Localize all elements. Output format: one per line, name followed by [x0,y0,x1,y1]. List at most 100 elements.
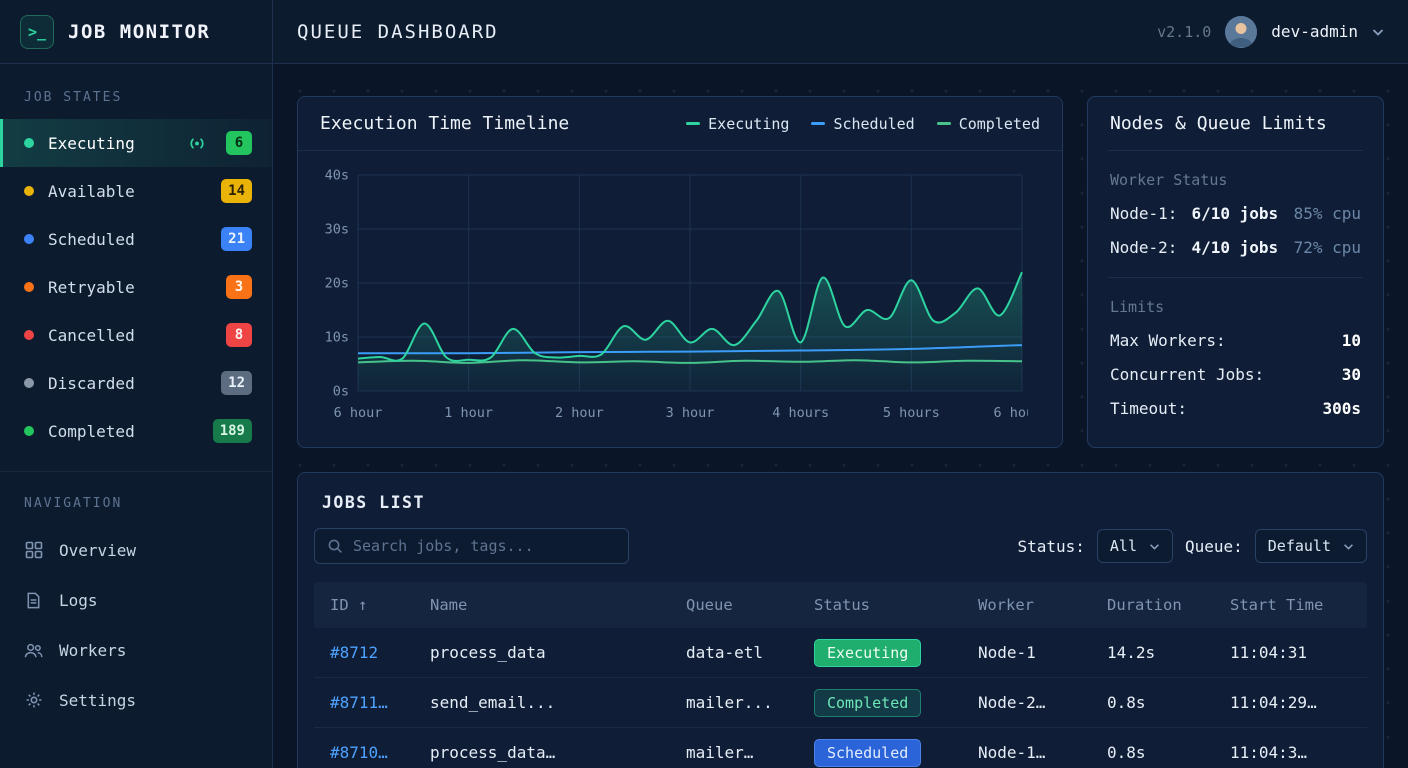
nodes-card: Nodes & Queue Limits Worker Status Node-… [1087,96,1384,448]
nav-item-overview[interactable]: Overview [0,525,272,575]
nav-label: Logs [59,590,98,610]
svg-text:40s: 40s [325,168,349,184]
node-jobs: 4/10 jobs [1191,238,1279,257]
queue-filter-label: Queue: [1184,536,1243,556]
limit-value: 30 [1341,365,1361,384]
job-states-section-label: JOB STATES [24,90,123,105]
table-row[interactable]: #8710… process_data… mailer… Scheduled Node-… [314,728,1367,768]
state-dot [24,330,34,340]
grid-icon [24,541,43,560]
legend-label: Completed [958,114,1040,133]
state-count-badge: 3 [226,275,252,299]
sidebar-state-cancelled[interactable]: Cancelled 8 [0,311,272,359]
job-name: process_data… [430,743,556,762]
nav-item-logs[interactable]: Logs [0,575,272,625]
column-header-name[interactable]: Name [430,596,686,614]
state-count-badge: 8 [226,323,252,347]
nav-label: Workers [59,640,127,660]
state-count-badge: 14 [221,179,252,203]
search-input[interactable] [353,537,616,555]
table-row[interactable]: #8712 process_data data-etl Executing Node-1… [314,628,1367,678]
jobs-table-body: #8712 process_data data-etl Executing Node-1… [314,628,1367,768]
job-id-link[interactable]: #8711… [330,693,430,712]
column-header-worker[interactable]: Worker [978,596,1107,614]
nav-label: Overview [59,540,137,560]
nav-label: Settings [59,690,137,710]
state-dot [24,282,34,292]
svg-text:10s: 10s [325,330,349,346]
sidebar-state-executing[interactable]: Executing 6 [0,119,272,167]
sidebar-state-available[interactable]: Available 14 [0,167,272,215]
nav-item-workers[interactable]: Workers [0,625,272,675]
job-status-badge: Scheduled [814,738,922,767]
chevron-down-icon [1343,543,1354,550]
job-queue: mailer… [686,743,754,762]
limit-row: Max Workers: 10 [1110,331,1361,350]
svg-text:6 hour: 6 hour [334,405,383,421]
nav-item-settings[interactable]: Settings [0,675,272,725]
state-dot [24,138,34,148]
worker-node-row: Node-2: 4/10 jobs 72% cpu [1110,238,1361,257]
job-duration: 0.8s [1107,693,1146,712]
worker-status-label: Worker Status [1110,171,1228,189]
jobs-table: ID ↑ Name Queue Status Worker Duration Start T… [314,582,1367,768]
chevron-down-icon[interactable] [1372,28,1384,36]
limit-row: Timeout: 300s [1110,399,1361,418]
queue-filter-value: Default [1267,537,1331,555]
filters: Status: All Queue: Default [1017,529,1367,563]
job-start-time: 11:04:3… [1230,743,1308,762]
user-menu-label[interactable]: dev-admin [1271,22,1358,41]
job-name: send_email... [430,693,556,712]
status-filter-select[interactable]: All [1096,529,1173,563]
limit-label: Concurrent Jobs: [1110,365,1265,384]
state-label: Scheduled [48,229,135,249]
job-duration: 14.2s [1107,643,1156,662]
job-queue: data-etl [686,643,764,662]
job-queue: mailer... [686,693,773,712]
sidebar-state-discarded[interactable]: Discarded 12 [0,359,272,407]
legend-color-dash [936,122,951,125]
legend-color-dash [811,122,826,125]
state-label: Executing [48,133,135,153]
legend-item-completed: Completed [936,114,1040,133]
job-start-time: 11:04:31 [1230,643,1308,662]
chart-area: 0s 10s 20s 30s 40s 6 hour 1 hour 2 hour 3 hour 4 … [298,151,1062,433]
limit-rows: Max Workers: 10 Concurrent Jobs: 30 Timeout:… [1108,331,1363,418]
sidebar-state-retryable[interactable]: Retryable 3 [0,263,272,311]
status-filter-label: Status: [1017,536,1085,556]
job-id-link[interactable]: #8712 [330,643,430,662]
search-box [314,528,629,564]
legend-label: Scheduled [833,114,915,133]
svg-text:0s: 0s [333,384,349,400]
svg-text:2 hour: 2 hour [555,405,604,421]
svg-text:3 hour: 3 hour [666,405,715,421]
job-id-link[interactable]: #8710… [330,743,430,762]
job-states-list: Executing 6 Available 14 Scheduled 21 Retryabl… [0,119,272,455]
main-area: Execution Time Timeline Executing Schedul… [273,64,1408,768]
legend-item-scheduled: Scheduled [811,114,915,133]
brand: >_ JOB MONITOR [0,0,273,63]
column-header-status[interactable]: Status [814,596,978,614]
column-header-queue[interactable]: Queue [686,596,814,614]
avatar[interactable] [1225,15,1258,48]
workers-icon [24,641,43,660]
svg-text:6 hours: 6 hours [994,405,1028,421]
queue-filter-select[interactable]: Default [1254,529,1367,563]
column-header-starttime[interactable]: Start Time [1230,596,1367,614]
limits-label: Limits [1110,298,1165,316]
table-row[interactable]: #8711… send_email... mailer... Completed Nod… [314,678,1367,728]
column-header-id[interactable]: ID ↑ [330,596,430,614]
column-header-duration[interactable]: Duration [1107,596,1230,614]
node-jobs: 6/10 jobs [1191,204,1279,223]
state-count-badge: 21 [221,227,252,251]
job-worker: Node-1 [978,643,1036,662]
sidebar-state-scheduled[interactable]: Scheduled 21 [0,215,272,263]
jobs-filter-row: Status: All Queue: Default [314,528,1367,564]
content-row: JOB STATES Executing 6 Available 14 Schedule… [0,64,1408,768]
timeline-card: Execution Time Timeline Executing Schedul… [297,96,1063,448]
limit-value: 300s [1322,399,1361,418]
state-dot [24,186,34,196]
svg-text:1 hour: 1 hour [444,405,493,421]
sidebar-state-completed[interactable]: Completed 189 [0,407,272,455]
app-title: JOB MONITOR [68,20,211,43]
